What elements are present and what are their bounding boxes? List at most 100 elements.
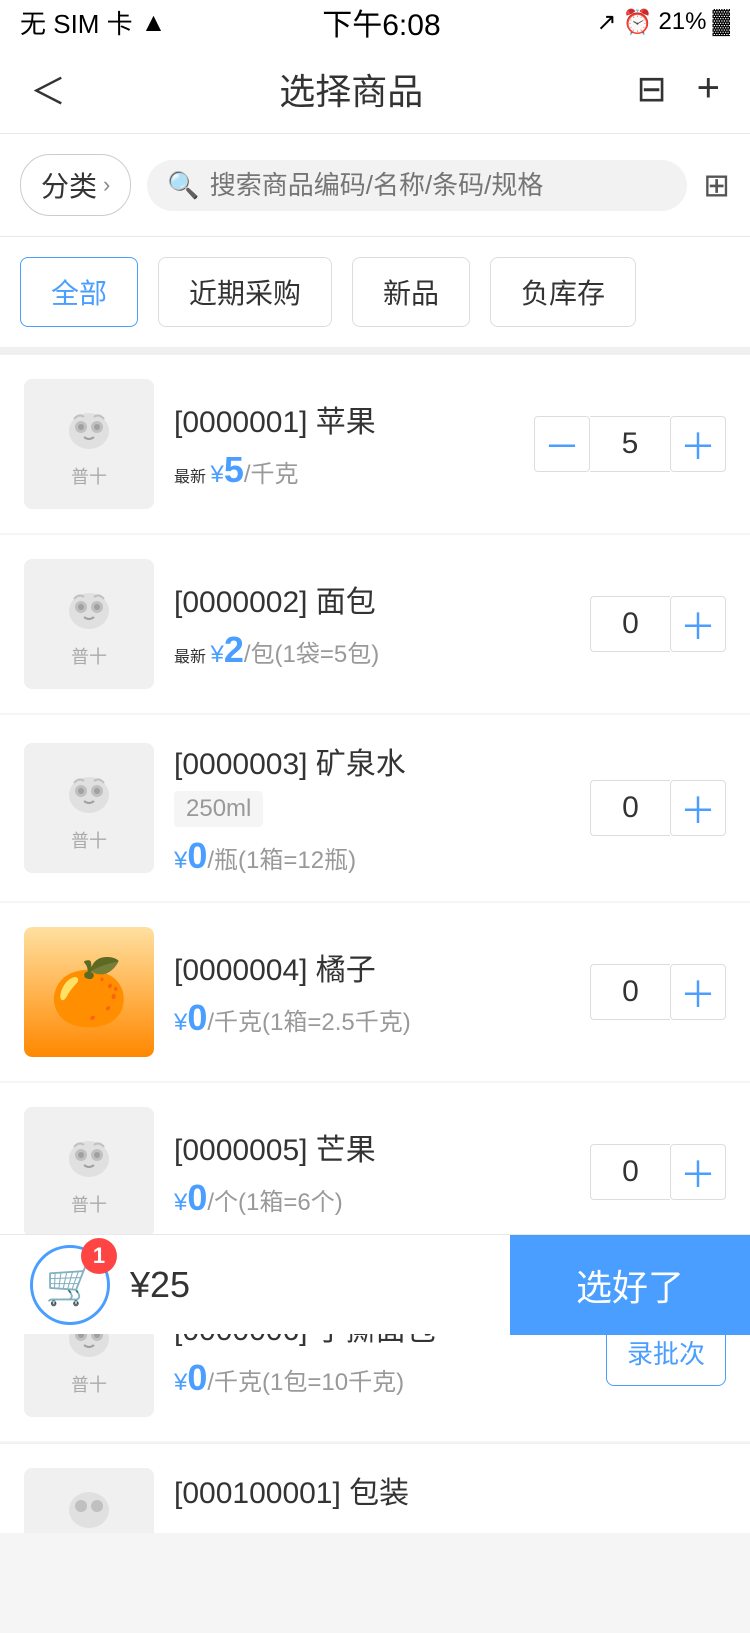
nav-title: 选择商品 xyxy=(279,63,423,115)
product-price-0000005: ¥0/个(1箱=6个) xyxy=(174,1177,570,1219)
quantity-input-0000001[interactable] xyxy=(590,416,670,472)
price-value: 0 xyxy=(187,1357,207,1398)
price-value: 0 xyxy=(187,1177,207,1218)
search-icon: 🔍 xyxy=(167,170,199,201)
product-default-image: 普十 xyxy=(59,579,119,669)
price-unit: ¥ xyxy=(174,1369,187,1396)
product-item-0000003: 普十 [0000003] 矿泉水 250ml ¥0/瓶(1箱=12瓶) ＋ xyxy=(0,715,750,901)
scan-icon[interactable]: ⊞ xyxy=(703,166,730,204)
wifi-icon: ▲ xyxy=(141,7,167,38)
increase-button-0000002[interactable]: ＋ xyxy=(670,596,726,652)
price-label: 最新 xyxy=(174,469,210,486)
quantity-control-0000001: － ＋ xyxy=(534,416,726,472)
chevron-right-icon: › xyxy=(103,172,110,198)
bottom-bar: 🛒 1 ¥25 选好了 xyxy=(0,1234,750,1334)
product-name-0000001: [0000001] 苹果 xyxy=(174,397,514,441)
product-price-0000002: 最新 ¥2/包(1袋=5包) xyxy=(174,629,570,671)
price-extra: /千克(1包=10千克) xyxy=(207,1369,404,1396)
increase-button-0000003[interactable]: ＋ xyxy=(670,780,726,836)
product-info-partial: [000100001] 包装 xyxy=(174,1468,726,1512)
cart-badge: 1 xyxy=(81,1238,117,1274)
product-name-partial: [000100001] 包装 xyxy=(174,1468,726,1512)
brand-text: 普十 xyxy=(71,463,107,489)
price-value: 5 xyxy=(224,449,244,490)
status-bar: 无 SIM 卡 ▲ 下午6:08 ↗ ⏰ 21% ▓ xyxy=(0,0,750,44)
product-info-0000005: [0000005] 芒果 ¥0/个(1箱=6个) xyxy=(174,1125,570,1219)
price-extra: /千克 xyxy=(244,461,299,488)
filter-button[interactable]: ⊟ xyxy=(636,68,666,110)
product-info-0000003: [0000003] 矿泉水 250ml ¥0/瓶(1箱=12瓶) xyxy=(174,739,570,877)
quantity-input-0000004[interactable] xyxy=(590,964,670,1020)
product-price-0000006: ¥0/千克(1包=10千克) xyxy=(174,1357,586,1399)
quantity-input-0000002[interactable] xyxy=(590,596,670,652)
cart-icon-button[interactable]: 🛒 1 xyxy=(30,1245,110,1325)
increase-button-0000001[interactable]: ＋ xyxy=(670,416,726,472)
nav-bar: ＜ 选择商品 ⊟ + xyxy=(0,44,750,134)
search-bar: 分类 › 🔍 ⊞ xyxy=(0,134,750,237)
battery-icon: ▓ xyxy=(713,8,731,36)
tab-new[interactable]: 新品 xyxy=(352,257,470,327)
category-button[interactable]: 分类 › xyxy=(20,154,131,216)
product-name-0000004: [0000004] 橘子 xyxy=(174,945,570,989)
price-extra: /包(1袋=5包) xyxy=(244,641,379,668)
brand-text: 普十 xyxy=(71,643,107,669)
nav-right-buttons: ⊟ + xyxy=(636,66,720,111)
price-unit: ¥ xyxy=(174,847,187,874)
cart-total: ¥25 xyxy=(130,1264,190,1306)
price-extra: /千克(1箱=2.5千克) xyxy=(207,1009,410,1036)
product-thumb-0000005: 普十 xyxy=(24,1107,154,1237)
product-price-0000001: 最新 ¥5/千克 xyxy=(174,449,514,491)
price-value: 2 xyxy=(224,629,244,670)
product-price-0000004: ¥0/千克(1箱=2.5千克) xyxy=(174,997,570,1039)
price-label: 最新 xyxy=(174,649,210,666)
product-thumb-partial xyxy=(24,1468,154,1533)
battery-text: 21% xyxy=(658,8,706,36)
product-item-0000004: 🍊 [0000004] 橘子 ¥0/千克(1箱=2.5千克) ＋ xyxy=(0,903,750,1081)
product-default-image: 普十 xyxy=(59,399,119,489)
tab-recent[interactable]: 近期采购 xyxy=(158,257,332,327)
product-item-0000001: 普十 [0000001] 苹果 最新 ¥5/千克 － ＋ xyxy=(0,355,750,533)
tab-all[interactable]: 全部 xyxy=(20,257,138,327)
product-default-image: 普十 xyxy=(59,1127,119,1217)
add-button[interactable]: + xyxy=(697,66,720,111)
product-thumb-0000004: 🍊 xyxy=(24,927,154,1057)
status-right: ↗ ⏰ 21% ▓ xyxy=(596,8,730,37)
product-info-0000004: [0000004] 橘子 ¥0/千克(1箱=2.5千克) xyxy=(174,945,570,1039)
location-icon: ↗ xyxy=(596,8,616,37)
price-extra: /个(1箱=6个) xyxy=(207,1189,342,1216)
filter-tabs: 全部 近期采购 新品 负库存 xyxy=(0,237,750,355)
quantity-input-0000005[interactable] xyxy=(590,1144,670,1200)
product-thumb-0000003: 普十 xyxy=(24,743,154,873)
quantity-control-0000004: ＋ xyxy=(590,964,726,1020)
price-unit: ¥ xyxy=(174,1189,187,1216)
increase-button-0000004[interactable]: ＋ xyxy=(670,964,726,1020)
search-input[interactable] xyxy=(210,170,667,201)
price-unit: ¥ xyxy=(174,1009,187,1036)
product-name-0000003: [0000003] 矿泉水 xyxy=(174,739,570,783)
product-thumb-0000001: 普十 xyxy=(24,379,154,509)
brand-text: 普十 xyxy=(71,827,107,853)
product-info-0000002: [0000002] 面包 最新 ¥2/包(1袋=5包) xyxy=(174,577,570,671)
product-price-0000003: ¥0/瓶(1箱=12瓶) xyxy=(174,835,570,877)
price-unit: ¥ xyxy=(210,641,223,668)
alarm-icon: ⏰ xyxy=(623,8,653,37)
search-input-wrap: 🔍 xyxy=(147,160,687,211)
product-list: 普十 [0000001] 苹果 最新 ¥5/千克 － ＋ xyxy=(0,355,750,1533)
decrease-button-0000001[interactable]: － xyxy=(534,416,590,472)
confirm-button[interactable]: 选好了 xyxy=(510,1235,750,1335)
product-name-0000005: [0000005] 芒果 xyxy=(174,1125,570,1169)
price-unit: ¥ xyxy=(210,461,223,488)
product-item-partial: [000100001] 包装 xyxy=(0,1443,750,1533)
back-button[interactable]: ＜ xyxy=(30,63,66,115)
price-value: 0 xyxy=(187,835,207,876)
increase-button-0000005[interactable]: ＋ xyxy=(670,1144,726,1200)
status-time: 下午6:08 xyxy=(322,0,440,44)
quantity-control-0000002: ＋ xyxy=(590,596,726,652)
quantity-input-0000003[interactable] xyxy=(590,780,670,836)
product-spec-0000003: 250ml xyxy=(174,791,263,827)
category-label: 分类 xyxy=(41,165,97,205)
product-info-0000001: [0000001] 苹果 最新 ¥5/千克 xyxy=(174,397,514,491)
quantity-control-0000003: ＋ xyxy=(590,780,726,836)
tab-negative[interactable]: 负库存 xyxy=(490,257,636,327)
quantity-control-0000005: ＋ xyxy=(590,1144,726,1200)
